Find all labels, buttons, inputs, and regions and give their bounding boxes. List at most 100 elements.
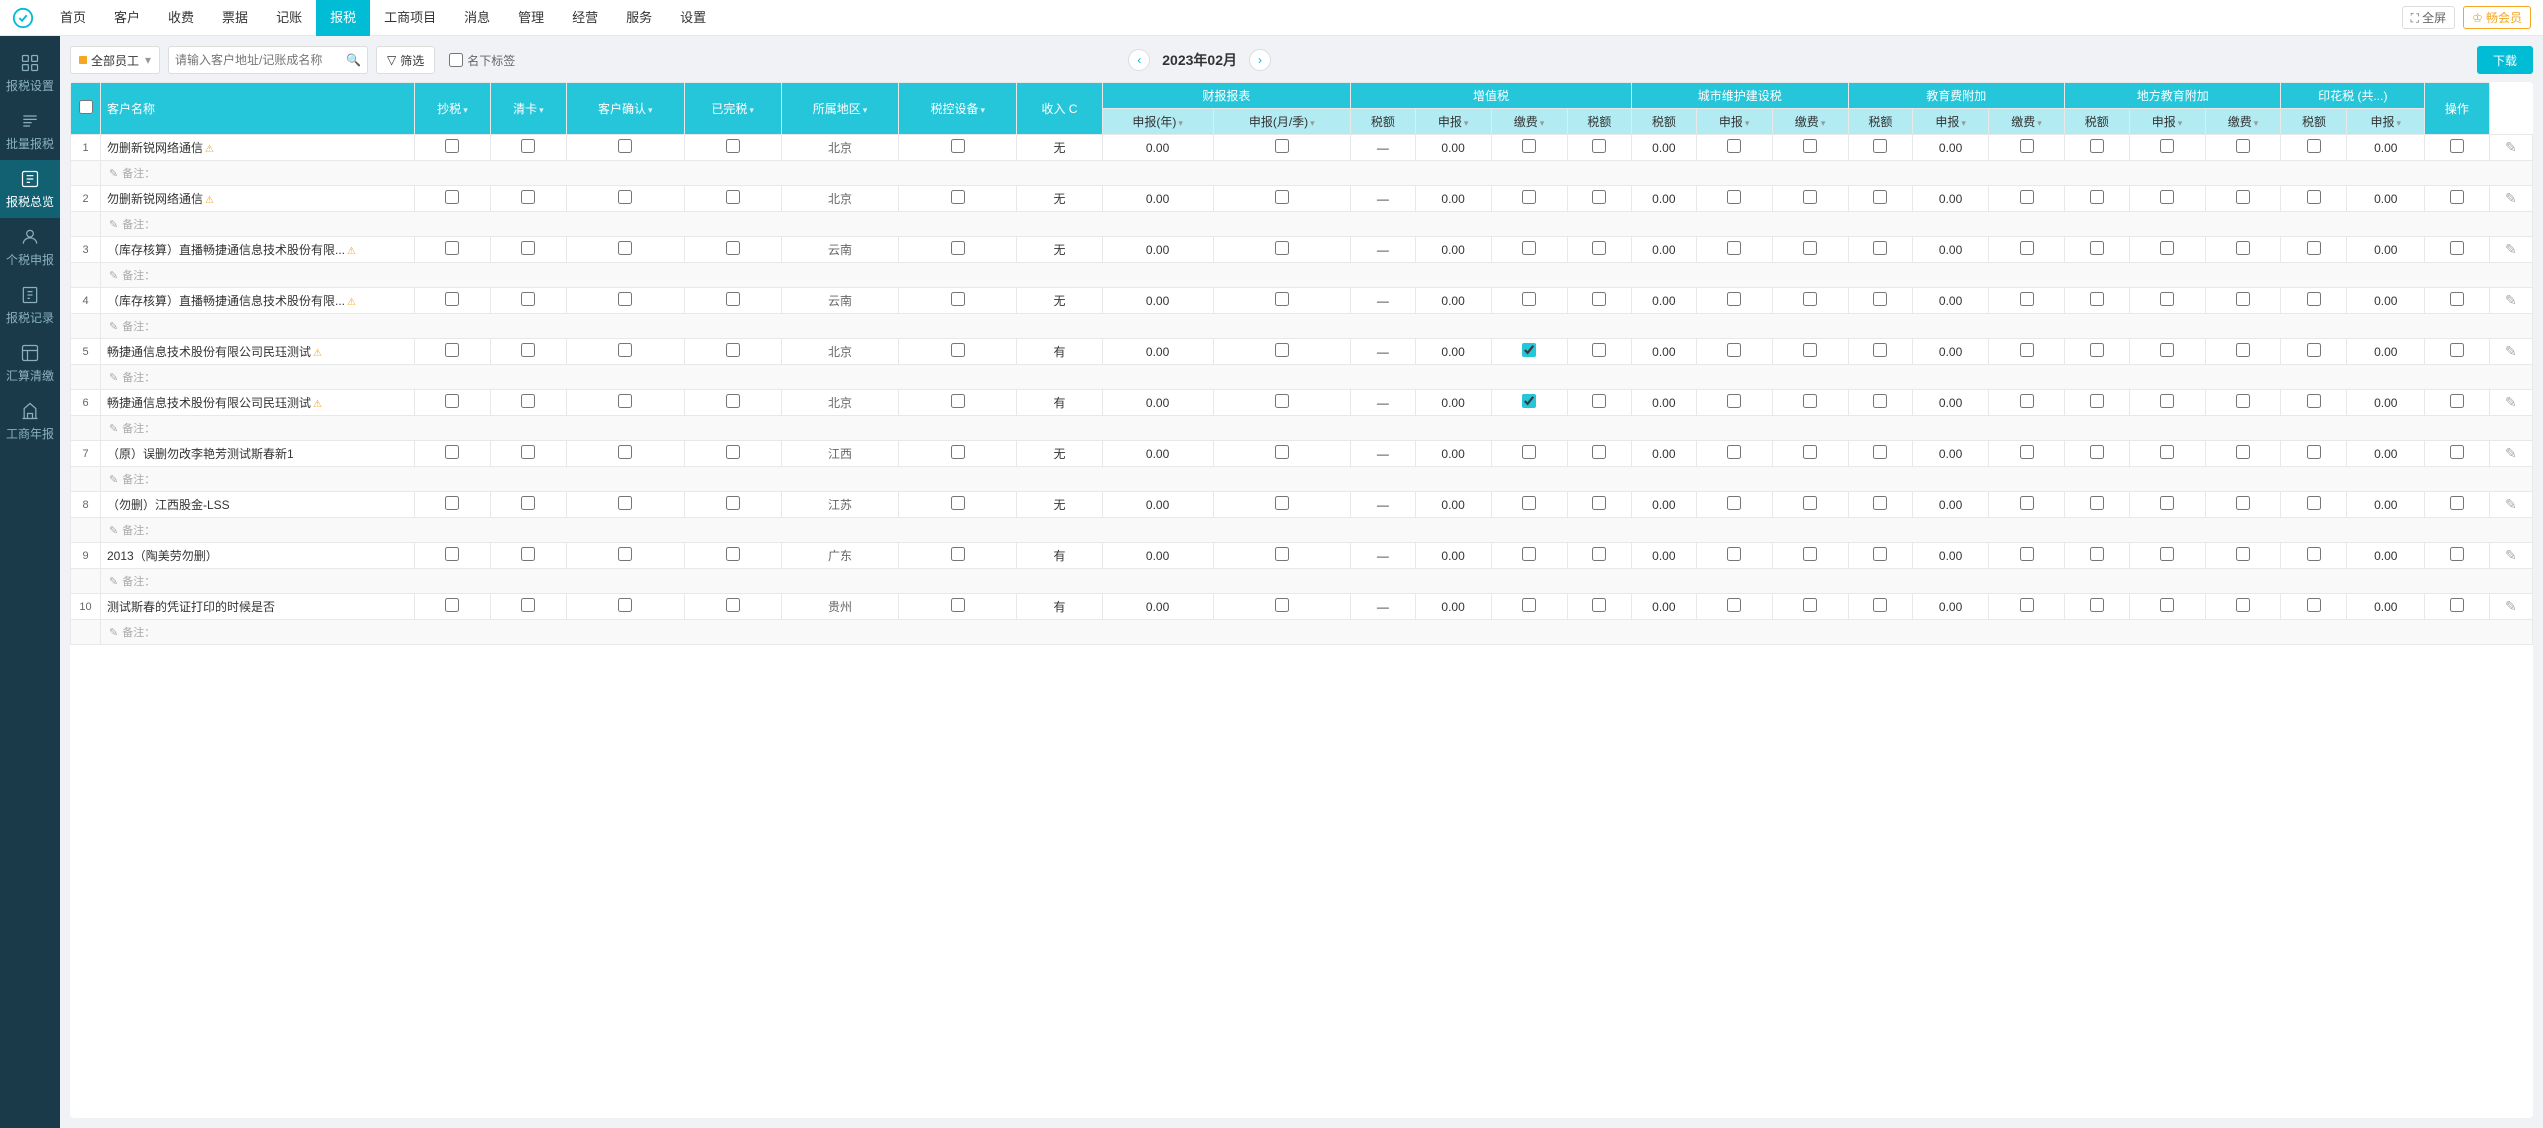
confirm-checkbox[interactable] <box>618 394 632 408</box>
confirm-checkbox[interactable] <box>618 139 632 153</box>
paid-checkbox[interactable] <box>726 445 740 459</box>
city-pay-checkbox[interactable] <box>1873 343 1887 357</box>
city-declare-checkbox[interactable] <box>1803 547 1817 561</box>
city-declare-checkbox[interactable] <box>1803 343 1817 357</box>
edu-declare-checkbox[interactable] <box>2020 598 2034 612</box>
city-pay-checkbox[interactable] <box>1873 598 1887 612</box>
device-checkbox[interactable] <box>951 139 965 153</box>
city-pay-checkbox[interactable] <box>1873 241 1887 255</box>
edu-pay-checkbox[interactable] <box>2090 445 2104 459</box>
note-edit-icon[interactable]: ✎ <box>109 524 118 537</box>
city-declare-checkbox[interactable] <box>1803 598 1817 612</box>
prev-month-button[interactable]: ‹ <box>1128 49 1150 71</box>
vat-declare-checkbox[interactable] <box>1522 292 1536 306</box>
annual-checkbox[interactable] <box>1275 241 1289 255</box>
local-edu-amount-checkbox[interactable] <box>2160 292 2174 306</box>
device-checkbox[interactable] <box>951 445 965 459</box>
local-edu-pay-checkbox[interactable] <box>2307 394 2321 408</box>
local-edu-pay-checkbox[interactable] <box>2307 241 2321 255</box>
download-button[interactable]: 下载 <box>2477 46 2533 74</box>
paid-checkbox[interactable] <box>726 496 740 510</box>
local-edu-declare-checkbox[interactable] <box>2236 139 2250 153</box>
edu-pay-checkbox[interactable] <box>2090 292 2104 306</box>
nav-message[interactable]: 消息 <box>450 0 504 36</box>
paid-checkbox[interactable] <box>726 394 740 408</box>
local-edu-pay-checkbox[interactable] <box>2307 190 2321 204</box>
city-declare-checkbox[interactable] <box>1803 190 1817 204</box>
vat-pay-checkbox[interactable] <box>1592 496 1606 510</box>
vat-pay-checkbox[interactable] <box>1592 292 1606 306</box>
vat-pay-checkbox[interactable] <box>1592 343 1606 357</box>
member-button[interactable]: ♔ 畅会员 <box>2463 6 2531 29</box>
local-edu-amount-checkbox[interactable] <box>2160 496 2174 510</box>
city-amount-checkbox[interactable] <box>1727 190 1741 204</box>
edu-pay-checkbox[interactable] <box>2090 496 2104 510</box>
edit-icon[interactable]: ✎ <box>2505 496 2517 512</box>
local-edu-amount-checkbox[interactable] <box>2160 343 2174 357</box>
note-edit-icon[interactable]: ✎ <box>109 626 118 639</box>
edu-pay-checkbox[interactable] <box>2090 547 2104 561</box>
copy-tax-checkbox[interactable] <box>445 496 459 510</box>
annual-checkbox[interactable] <box>1275 139 1289 153</box>
vat-pay-checkbox[interactable] <box>1592 241 1606 255</box>
confirm-checkbox[interactable] <box>618 547 632 561</box>
local-edu-pay-checkbox[interactable] <box>2307 343 2321 357</box>
note-edit-icon[interactable]: ✎ <box>109 473 118 486</box>
local-edu-amount-checkbox[interactable] <box>2160 598 2174 612</box>
nav-home[interactable]: 首页 <box>46 0 100 36</box>
local-edu-declare-checkbox[interactable] <box>2236 598 2250 612</box>
local-edu-declare-checkbox[interactable] <box>2236 445 2250 459</box>
clear-card-checkbox[interactable] <box>521 445 535 459</box>
edit-icon[interactable]: ✎ <box>2505 190 2517 206</box>
search-input[interactable] <box>175 53 346 67</box>
fullscreen-button[interactable]: ⛶ 全屏 <box>2402 6 2455 29</box>
edit-icon[interactable]: ✎ <box>2505 598 2517 614</box>
stamp-declare-checkbox[interactable] <box>2450 496 2464 510</box>
edu-declare-checkbox[interactable] <box>2020 241 2034 255</box>
edit-icon[interactable]: ✎ <box>2505 139 2517 155</box>
local-edu-pay-checkbox[interactable] <box>2307 139 2321 153</box>
local-edu-declare-checkbox[interactable] <box>2236 292 2250 306</box>
city-declare-checkbox[interactable] <box>1803 445 1817 459</box>
city-pay-checkbox[interactable] <box>1873 190 1887 204</box>
device-checkbox[interactable] <box>951 547 965 561</box>
stamp-declare-checkbox[interactable] <box>2450 190 2464 204</box>
note-edit-icon[interactable]: ✎ <box>109 218 118 231</box>
nav-billing[interactable]: 收费 <box>154 0 208 36</box>
edit-icon[interactable]: ✎ <box>2505 343 2517 359</box>
city-declare-checkbox[interactable] <box>1803 496 1817 510</box>
edu-declare-checkbox[interactable] <box>2020 292 2034 306</box>
edu-declare-checkbox[interactable] <box>2020 445 2034 459</box>
local-edu-declare-checkbox[interactable] <box>2236 547 2250 561</box>
clear-card-checkbox[interactable] <box>521 547 535 561</box>
city-pay-checkbox[interactable] <box>1873 394 1887 408</box>
stamp-declare-checkbox[interactable] <box>2450 241 2464 255</box>
edu-declare-checkbox[interactable] <box>2020 343 2034 357</box>
annual-checkbox[interactable] <box>1275 598 1289 612</box>
city-amount-checkbox[interactable] <box>1727 598 1741 612</box>
paid-checkbox[interactable] <box>726 241 740 255</box>
annual-checkbox[interactable] <box>1275 394 1289 408</box>
local-edu-pay-checkbox[interactable] <box>2307 547 2321 561</box>
city-pay-checkbox[interactable] <box>1873 445 1887 459</box>
local-edu-declare-checkbox[interactable] <box>2236 343 2250 357</box>
nav-bookkeeping[interactable]: 记账 <box>262 0 316 36</box>
vat-declare-checkbox[interactable] <box>1522 445 1536 459</box>
select-all-checkbox[interactable] <box>79 100 93 114</box>
sidebar-item-batch-tax[interactable]: 批量报税 <box>0 102 60 160</box>
next-month-button[interactable]: › <box>1249 49 1271 71</box>
vat-pay-checkbox[interactable] <box>1592 394 1606 408</box>
city-amount-checkbox[interactable] <box>1727 241 1741 255</box>
local-edu-pay-checkbox[interactable] <box>2307 292 2321 306</box>
vat-declare-checkbox[interactable] <box>1522 139 1536 153</box>
vat-declare-checkbox[interactable] <box>1522 190 1536 204</box>
annual-checkbox[interactable] <box>1275 445 1289 459</box>
annual-checkbox[interactable] <box>1275 547 1289 561</box>
paid-checkbox[interactable] <box>726 343 740 357</box>
edu-declare-checkbox[interactable] <box>2020 139 2034 153</box>
local-edu-declare-checkbox[interactable] <box>2236 241 2250 255</box>
copy-tax-checkbox[interactable] <box>445 547 459 561</box>
local-edu-declare-checkbox[interactable] <box>2236 394 2250 408</box>
sidebar-item-tax-overview[interactable]: 报税总览 <box>0 160 60 218</box>
copy-tax-checkbox[interactable] <box>445 445 459 459</box>
